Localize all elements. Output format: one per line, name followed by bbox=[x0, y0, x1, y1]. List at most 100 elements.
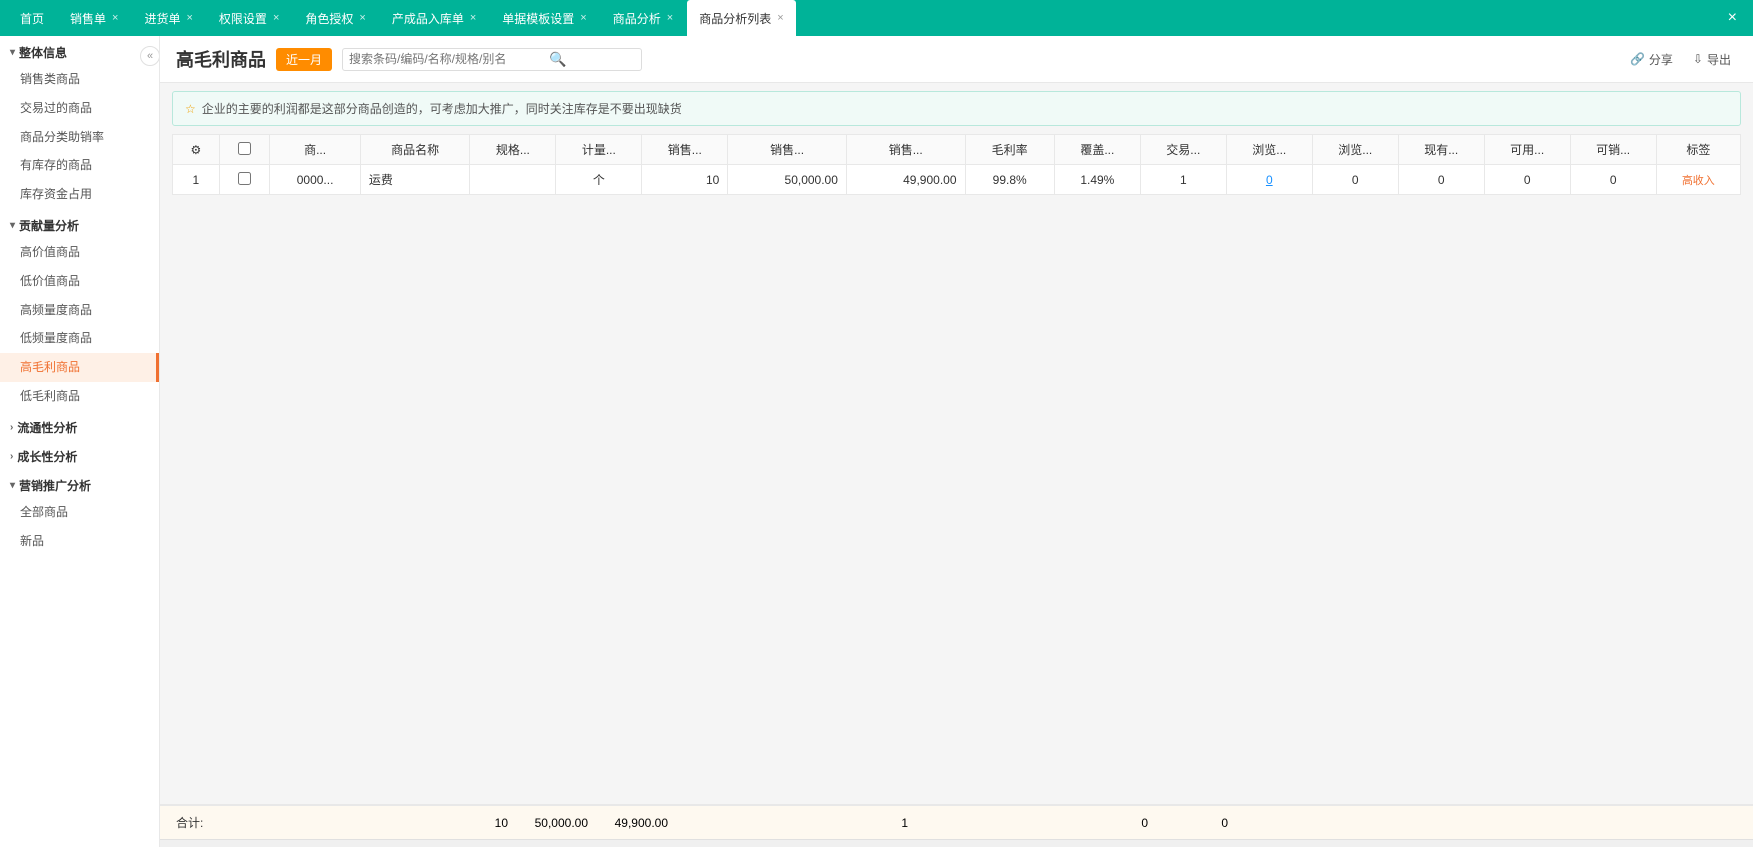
sidebar: « ▾ 整体信息 销售类商品 交易过的商品 商品分类助销率 有库存的商品 库存资… bbox=[0, 36, 160, 847]
close-role-auth-icon[interactable]: × bbox=[359, 12, 365, 24]
section-growth-arrow: › bbox=[10, 451, 13, 462]
row-sales-amt: 50,000.00 bbox=[728, 165, 847, 195]
sidebar-collapse-button[interactable]: « bbox=[140, 46, 160, 66]
row-sales-profit: 49,900.00 bbox=[846, 165, 965, 195]
search-input[interactable] bbox=[349, 52, 549, 66]
nav-product-inbound[interactable]: 产成品入库单 × bbox=[380, 0, 488, 36]
col-sales-profit[interactable]: 销售... bbox=[846, 135, 965, 165]
total-values: 10 50,000.00 49,900.00 1 0 0 bbox=[436, 816, 1737, 830]
section-marketing-arrow: ▾ bbox=[10, 480, 15, 491]
row-coverage: 1.49% bbox=[1054, 165, 1140, 195]
sidebar-item-low-freq[interactable]: 低频量度商品 bbox=[0, 324, 159, 353]
col-gross-margin[interactable]: 毛利率 bbox=[965, 135, 1054, 165]
section-growth-analysis[interactable]: › 成长性分析 bbox=[0, 440, 159, 469]
row-no: 1 bbox=[173, 165, 220, 195]
sidebar-item-inventory-capital[interactable]: 库存资金占用 bbox=[0, 180, 159, 209]
share-icon: 🔗 bbox=[1630, 52, 1645, 66]
col-sales-amt[interactable]: 销售... bbox=[728, 135, 847, 165]
sidebar-item-low-margin[interactable]: 低毛利商品 bbox=[0, 382, 159, 411]
total-stock-avail: 0 bbox=[1156, 816, 1236, 830]
sidebar-item-all-goods[interactable]: 全部商品 bbox=[0, 498, 159, 527]
section-contribution-arrow: ▾ bbox=[10, 220, 15, 231]
total-label: 合计: bbox=[176, 814, 436, 831]
sidebar-item-high-freq[interactable]: 高频量度商品 bbox=[0, 296, 159, 325]
export-button[interactable]: ⇩ 导出 bbox=[1687, 48, 1737, 71]
total-stock-now: 0 bbox=[1076, 816, 1156, 830]
main-layout: « ▾ 整体信息 销售类商品 交易过的商品 商品分类助销率 有库存的商品 库存资… bbox=[0, 36, 1753, 847]
close-template-settings-icon[interactable]: × bbox=[580, 12, 586, 24]
nav-home[interactable]: 首页 bbox=[8, 0, 56, 36]
bottom-scrollbar[interactable] bbox=[160, 839, 1753, 847]
settings-icon: ⚙ bbox=[191, 143, 202, 157]
share-button[interactable]: 🔗 分享 bbox=[1624, 48, 1679, 71]
sidebar-item-traded-goods[interactable]: 交易过的商品 bbox=[0, 94, 159, 123]
col-code[interactable]: 商... bbox=[270, 135, 361, 165]
section-contribution-analysis[interactable]: ▾ 贡献量分析 bbox=[0, 209, 159, 238]
sidebar-item-high-margin[interactable]: 高毛利商品 bbox=[0, 353, 159, 382]
close-purchase-order-icon[interactable]: × bbox=[186, 12, 192, 24]
row-trade: 1 bbox=[1140, 165, 1226, 195]
close-product-analysis-list-icon[interactable]: × bbox=[777, 12, 783, 24]
nav-sales-order[interactable]: 销售单 × bbox=[58, 0, 130, 36]
col-trade[interactable]: 交易... bbox=[1140, 135, 1226, 165]
nav-purchase-order[interactable]: 进货单 × bbox=[132, 0, 204, 36]
close-product-analysis-icon[interactable]: × bbox=[667, 12, 673, 24]
top-navigation: 首页 销售单 × 进货单 × 权限设置 × 角色授权 × 产成品入库单 × 单据… bbox=[0, 0, 1753, 36]
row-unit: 个 bbox=[556, 165, 642, 195]
row-checkbox bbox=[219, 165, 270, 195]
col-browse1[interactable]: 浏览... bbox=[1226, 135, 1312, 165]
col-browse2[interactable]: 浏览... bbox=[1312, 135, 1398, 165]
table-row: 1 0000... 运费 个 10 50,000.00 49,900.00 99… bbox=[173, 165, 1741, 195]
col-stock-sale[interactable]: 可销... bbox=[1570, 135, 1656, 165]
filter-period-button[interactable]: 近一月 bbox=[276, 48, 332, 71]
row-sales-qty: 10 bbox=[642, 165, 728, 195]
close-permission-settings-icon[interactable]: × bbox=[273, 12, 279, 24]
close-product-inbound-icon[interactable]: × bbox=[470, 12, 476, 24]
content-area: 高毛利商品 近一月 🔍 🔗 分享 ⇩ 导出 ☆ 企业的主要的利润都是这部分商品创… bbox=[160, 36, 1753, 847]
col-coverage[interactable]: 覆盖... bbox=[1054, 135, 1140, 165]
sidebar-item-low-value[interactable]: 低价值商品 bbox=[0, 267, 159, 296]
section-marketing-analysis[interactable]: ▾ 营销推广分析 bbox=[0, 469, 159, 498]
info-text: 企业的主要的利润都是这部分商品创造的，可考虑加大推广，同时关注库存是不要出现缺货 bbox=[202, 100, 682, 117]
row-stock-now: 0 bbox=[1398, 165, 1484, 195]
hint-icon: ☆ bbox=[185, 102, 196, 116]
section-liquidity-analysis[interactable]: › 流通性分析 bbox=[0, 411, 159, 440]
sidebar-item-high-value[interactable]: 高价值商品 bbox=[0, 238, 159, 267]
total-sales-profit: 49,900.00 bbox=[596, 816, 676, 830]
total-browse1 bbox=[916, 816, 996, 830]
section-overall-info[interactable]: ▾ 整体信息 bbox=[0, 36, 159, 65]
col-checkbox bbox=[219, 135, 270, 165]
col-setting[interactable]: ⚙ bbox=[173, 135, 220, 165]
col-unit[interactable]: 计量... bbox=[556, 135, 642, 165]
nav-role-auth[interactable]: 角色授权 × bbox=[293, 0, 377, 36]
col-stock-now[interactable]: 现有... bbox=[1398, 135, 1484, 165]
total-browse2 bbox=[996, 816, 1076, 830]
sidebar-item-new-goods[interactable]: 新品 bbox=[0, 527, 159, 556]
section-liquidity-arrow: › bbox=[10, 422, 13, 433]
nav-permission-settings[interactable]: 权限设置 × bbox=[207, 0, 291, 36]
row-browse2: 0 bbox=[1312, 165, 1398, 195]
col-tag[interactable]: 标签 bbox=[1656, 135, 1740, 165]
nav-product-analysis[interactable]: 商品分析 × bbox=[601, 0, 685, 36]
sidebar-item-category-sales-rate[interactable]: 商品分类助销率 bbox=[0, 123, 159, 152]
select-all-checkbox[interactable] bbox=[238, 142, 251, 155]
total-sales-amt: 50,000.00 bbox=[516, 816, 596, 830]
row-code: 0000... bbox=[270, 165, 361, 195]
row-name: 运费 bbox=[360, 165, 470, 195]
close-all-tabs-button[interactable]: × bbox=[1720, 5, 1745, 31]
sidebar-item-sales-goods[interactable]: 销售类商品 bbox=[0, 65, 159, 94]
search-icon[interactable]: 🔍 bbox=[549, 51, 566, 68]
nav-template-settings[interactable]: 单据模板设置 × bbox=[490, 0, 598, 36]
col-spec[interactable]: 规格... bbox=[470, 135, 556, 165]
row-spec bbox=[470, 165, 556, 195]
col-stock-avail[interactable]: 可用... bbox=[1484, 135, 1570, 165]
export-icon: ⇩ bbox=[1693, 52, 1703, 66]
col-name[interactable]: 商品名称 bbox=[360, 135, 470, 165]
sidebar-item-in-stock-goods[interactable]: 有库存的商品 bbox=[0, 151, 159, 180]
row-browse1[interactable]: 0 bbox=[1226, 165, 1312, 195]
row-gross-margin: 99.8% bbox=[965, 165, 1054, 195]
close-sales-order-icon[interactable]: × bbox=[112, 12, 118, 24]
col-sales-qty[interactable]: 销售... bbox=[642, 135, 728, 165]
table-wrapper: ⚙ 商... 商品名称 规格... 计量... 销售... 销售... 销售..… bbox=[172, 134, 1741, 804]
nav-product-analysis-list[interactable]: 商品分析列表 × bbox=[687, 0, 795, 36]
